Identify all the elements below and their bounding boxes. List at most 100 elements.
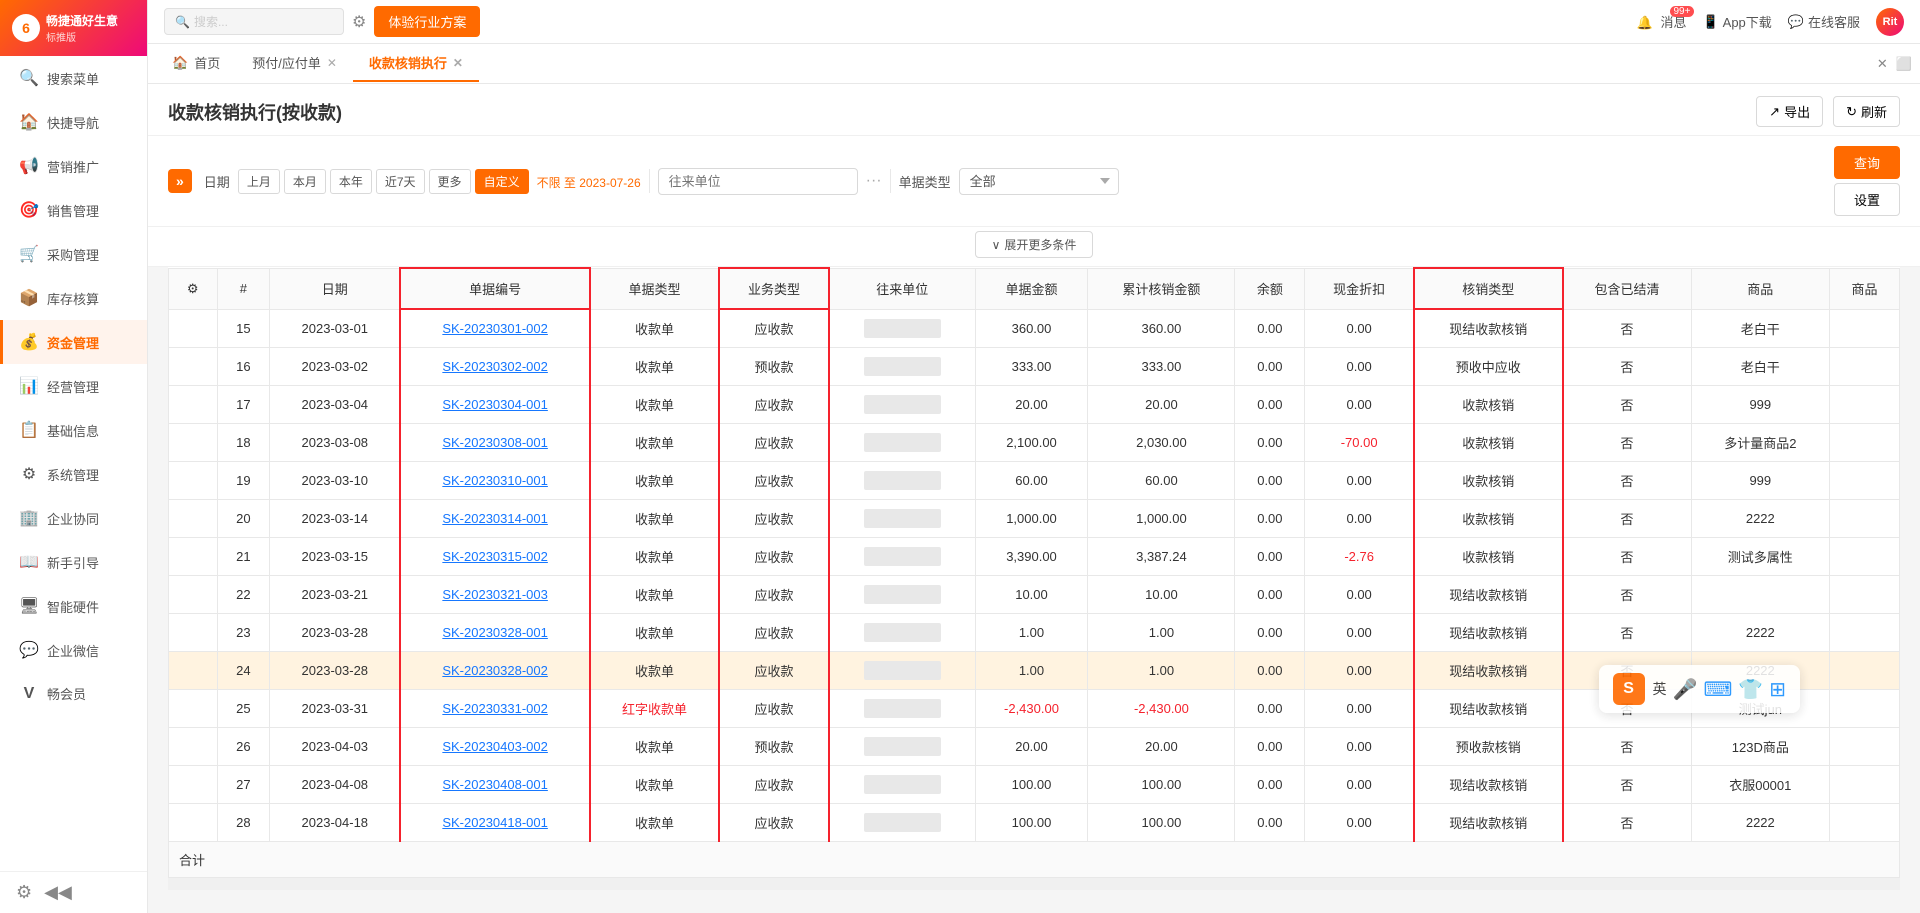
notification-icon[interactable]: 🔔 99+ 消息 (1637, 12, 1687, 31)
table-area[interactable]: ⚙ # 日期 单据编号 单据类型 业务类型 往来单位 单据金额 累计核销金额 余… (148, 267, 1920, 913)
th-partner: 往来单位 (829, 268, 975, 309)
expand-more-button[interactable]: ∨ 展开更多条件 (975, 231, 1094, 258)
th-settings[interactable]: ⚙ (169, 268, 218, 309)
date-buttons: 上月 本月 本年 近7天 更多 自定义 (238, 169, 529, 194)
doc-type-select[interactable]: 全部 收款单 红字收款单 (959, 168, 1119, 195)
table-row[interactable]: 202023-03-14SK-20230314-001收款单应收款████1,0… (169, 500, 1900, 538)
tab-close-all-icon[interactable]: ✕ (1877, 56, 1888, 72)
doc-no-link[interactable]: SK-20230308-001 (442, 435, 548, 450)
doc-no-link[interactable]: SK-20230408-001 (442, 777, 548, 792)
table-row[interactable]: 192023-03-10SK-20230310-001收款单应收款████60.… (169, 462, 1900, 500)
th-doc-no: 单据编号 (400, 268, 589, 309)
tab-home[interactable]: 🏠 首页 (156, 45, 236, 82)
sidebar-item-wechat[interactable]: 💬 企业微信 (0, 628, 147, 672)
doc-no-link[interactable]: SK-20230304-001 (442, 397, 548, 412)
app-download[interactable]: 📱 App下载 (1702, 12, 1771, 31)
sidebar-item-basic[interactable]: 📋 基础信息 (0, 408, 147, 452)
date-btn-custom[interactable]: 自定义 (475, 169, 529, 194)
doc-no-link[interactable]: SK-20230328-002 (442, 663, 548, 678)
doc-no-link[interactable]: SK-20230315-002 (442, 549, 548, 564)
settings-bottom-icon[interactable]: ⚙ (16, 882, 32, 903)
tab-prepay-close[interactable]: ✕ (327, 56, 337, 70)
sidebar-item-business[interactable]: 📊 经营管理 (0, 364, 147, 408)
tabs-bar: 🏠 首页 预付/应付单 ✕ 收款核销执行 ✕ ✕ ⬜ (148, 44, 1920, 84)
table-row[interactable]: 172023-03-04SK-20230304-001收款单应收款████20.… (169, 386, 1900, 424)
data-table: ⚙ # 日期 单据编号 单据类型 业务类型 往来单位 单据金额 累计核销金额 余… (168, 267, 1900, 842)
table-row[interactable]: 162023-03-02SK-20230302-002收款单预收款████333… (169, 348, 1900, 386)
doc-no-link[interactable]: SK-20230331-002 (442, 701, 548, 716)
user-avatar[interactable]: Rit (1876, 8, 1904, 36)
export-icon: ↗ (1769, 104, 1780, 120)
setting-button[interactable]: 设置 (1834, 183, 1900, 216)
online-service[interactable]: 💬 在线客服 (1788, 12, 1860, 31)
tab-prepay[interactable]: 预付/应付单 ✕ (236, 45, 353, 82)
service-icon: 💬 (1788, 14, 1804, 30)
search-icon: 🔍 (19, 68, 39, 88)
horizontal-scrollbar[interactable] (168, 878, 1900, 890)
filter-expand-button[interactable]: » (168, 169, 192, 193)
doc-no-link[interactable]: SK-20230301-002 (442, 321, 548, 336)
table-row[interactable]: 262023-04-03SK-20230403-002收款单预收款████20.… (169, 728, 1900, 766)
doc-no-link[interactable]: SK-20230403-002 (442, 739, 548, 754)
table-row[interactable]: 232023-03-28SK-20230328-001收款单应收款████1.0… (169, 614, 1900, 652)
page-actions: ↗ 导出 ↻ 刷新 (1756, 96, 1900, 127)
sidebar-item-corp[interactable]: 🏢 企业协同 (0, 496, 147, 540)
date-btn-7days[interactable]: 近7天 (376, 169, 425, 194)
sidebar-item-search[interactable]: 🔍 搜索菜单 (0, 56, 147, 100)
doc-no-link[interactable]: SK-20230328-001 (442, 625, 548, 640)
date-btn-last-month[interactable]: 上月 (238, 169, 280, 194)
sidebar-item-marketing[interactable]: 📢 营销推广 (0, 144, 147, 188)
refresh-button[interactable]: ↻ 刷新 (1833, 96, 1900, 127)
doc-no-link[interactable]: SK-20230302-002 (442, 359, 548, 374)
partner-filter-dots[interactable]: ··· (866, 172, 882, 190)
th-balance: 余额 (1235, 268, 1305, 309)
sidebar-item-quicknav[interactable]: 🏠 快捷导航 (0, 100, 147, 144)
table-row[interactable]: 282023-04-18SK-20230418-001收款单应收款████100… (169, 804, 1900, 842)
tab-reconcile[interactable]: 收款核销执行 ✕ (353, 45, 479, 82)
table-row[interactable]: 272023-04-08SK-20230408-001收款单应收款████100… (169, 766, 1900, 804)
date-btn-more[interactable]: 更多 (429, 169, 471, 194)
export-button[interactable]: ↗ 导出 (1756, 96, 1823, 127)
th-goods: 商品 (1691, 268, 1829, 309)
doc-no-link[interactable]: SK-20230314-001 (442, 511, 548, 526)
sidebar-item-sales[interactable]: 🎯 销售管理 (0, 188, 147, 232)
sidebar-item-finance[interactable]: 💰 资金管理 (0, 320, 147, 364)
query-button[interactable]: 查询 (1834, 146, 1900, 179)
sidebar-item-guide[interactable]: 📖 新手引导 (0, 540, 147, 584)
topbar-gear-icon[interactable]: ⚙ (352, 12, 366, 32)
sidebar-item-inventory[interactable]: 📦 库存核算 (0, 276, 147, 320)
topbar-search-box: 🔍 搜索... (164, 8, 344, 35)
finance-icon: 💰 (19, 332, 39, 352)
topbar-search-placeholder: 搜索... (194, 13, 228, 30)
date-btn-this-year[interactable]: 本年 (330, 169, 372, 194)
sidebar-item-system[interactable]: ⚙ 系统管理 (0, 452, 147, 496)
doc-no-link[interactable]: SK-20230321-003 (442, 587, 548, 602)
filter-actions: 查询 设置 (1834, 146, 1900, 216)
tabs-bar-right: ✕ ⬜ (1877, 56, 1912, 72)
bell-icon: 🔔 (1637, 15, 1653, 30)
logo-icon: 6 (12, 14, 40, 42)
collapse-icon[interactable]: ◀◀ (44, 882, 72, 903)
filter-divider-1 (649, 169, 650, 193)
partner-filter-input[interactable] (658, 168, 858, 195)
doc-no-link[interactable]: SK-20230418-001 (442, 815, 548, 830)
sidebar-item-hardware[interactable]: 🖥 智能硬件 (0, 584, 147, 628)
doc-no-link[interactable]: SK-20230310-001 (442, 473, 548, 488)
sidebar-item-purchase[interactable]: 🛒 采购管理 (0, 232, 147, 276)
table-row[interactable]: 242023-03-28SK-20230328-002收款单应收款████1.0… (169, 652, 1900, 690)
sidebar-item-member[interactable]: V 畅会员 (0, 672, 147, 715)
table-row[interactable]: 152023-03-01SK-20230301-002收款单应收款████360… (169, 309, 1900, 348)
sidebar-bottom: ⚙ ◀◀ (0, 871, 147, 913)
table-row[interactable]: 182023-03-08SK-20230308-001收款单应收款████2,1… (169, 424, 1900, 462)
tab-reconcile-close[interactable]: ✕ (453, 56, 463, 70)
table-row[interactable]: 252023-03-31SK-20230331-002红字收款单应收款████-… (169, 690, 1900, 728)
table-row[interactable]: 222023-03-21SK-20230321-003收款单应收款████10.… (169, 576, 1900, 614)
table-row[interactable]: 212023-03-15SK-20230315-002收款单应收款████3,3… (169, 538, 1900, 576)
industry-solution-button[interactable]: 体验行业方案 (374, 6, 480, 37)
home-icon: 🏠 (19, 112, 39, 132)
date-btn-this-month[interactable]: 本月 (284, 169, 326, 194)
sidebar-nav: 🔍 搜索菜单 🏠 快捷导航 📢 营销推广 🎯 销售管理 🛒 采购管理 📦 库存核… (0, 56, 147, 871)
hardware-icon: 🖥 (19, 596, 39, 616)
tab-expand-icon[interactable]: ⬜ (1896, 56, 1912, 72)
inventory-icon: 📦 (19, 288, 39, 308)
